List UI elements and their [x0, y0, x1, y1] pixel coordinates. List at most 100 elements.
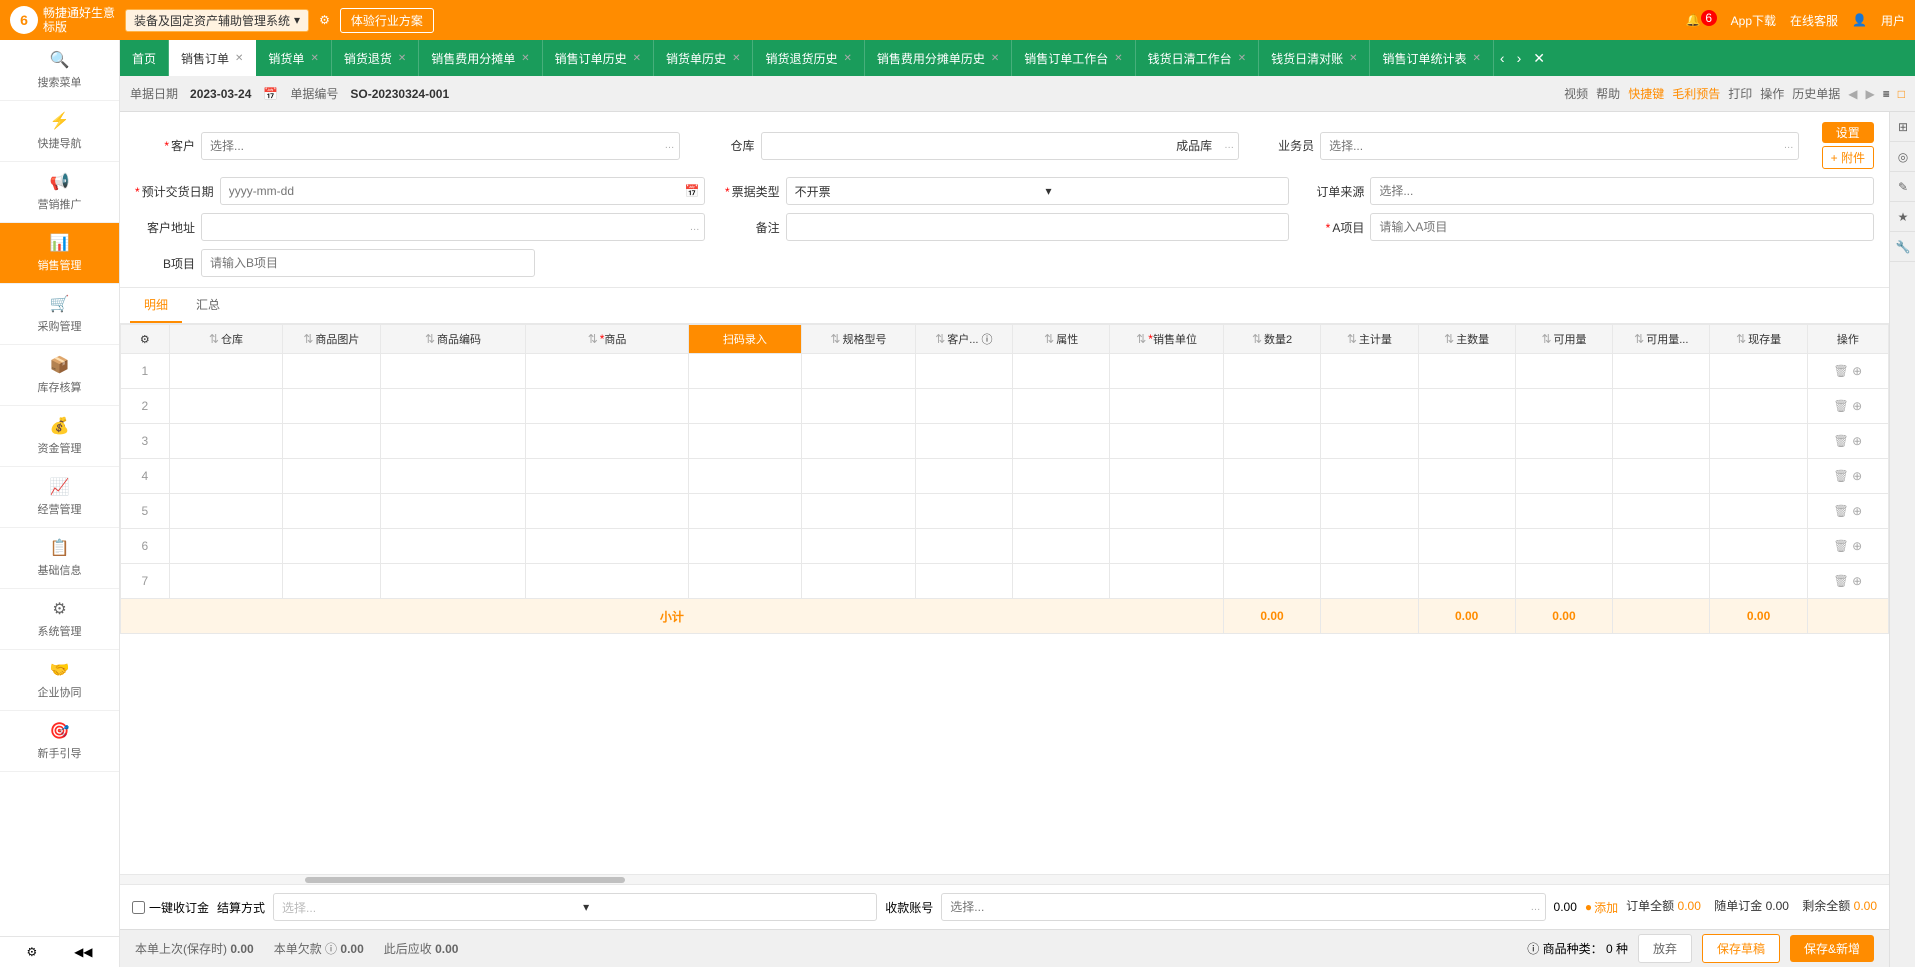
row-cell[interactable] — [1613, 494, 1710, 529]
tab-close-icon[interactable]: ✕ — [991, 53, 999, 64]
operation-btn[interactable]: 操作 — [1760, 85, 1784, 102]
order-source-input[interactable] — [1371, 181, 1873, 201]
app-download-link[interactable]: App下载 — [1731, 12, 1776, 29]
view-btn[interactable]: 视频 — [1564, 85, 1588, 102]
tab-close-icon[interactable]: ✕ — [1473, 53, 1481, 64]
row-cell[interactable] — [1613, 354, 1710, 389]
row-cell[interactable] — [1515, 459, 1612, 494]
row-cell[interactable] — [688, 459, 802, 494]
th-warehouse[interactable]: ⇅仓库 — [169, 325, 283, 354]
tab-home[interactable]: 首页 — [120, 40, 169, 76]
receipt-account-input[interactable] — [942, 897, 1526, 917]
customer-input[interactable] — [202, 136, 661, 156]
sidebar-settings-icon[interactable]: ⚙ — [26, 945, 37, 959]
row-cell[interactable] — [1418, 529, 1515, 564]
tab-sales-return[interactable]: 销货退货 ✕ — [332, 40, 419, 76]
calendar2-icon[interactable]: 📅 — [681, 184, 704, 198]
profit-btn[interactable]: 毛利预告 — [1672, 85, 1720, 102]
th-sales-unit[interactable]: ⇅*销售单位 — [1110, 325, 1224, 354]
row-cell[interactable] — [915, 494, 1012, 529]
row-cell[interactable] — [380, 424, 526, 459]
row-cell[interactable] — [526, 389, 688, 424]
settings-button[interactable]: 设置 — [1822, 122, 1874, 143]
copy-icon[interactable]: ⊕ — [1852, 504, 1862, 518]
th-qty2[interactable]: ⇅数量2 — [1223, 325, 1320, 354]
row-cell[interactable] — [526, 459, 688, 494]
tab-sales-expense-history[interactable]: 销售费用分摊单历史 ✕ — [865, 40, 1012, 76]
row-cell[interactable] — [1223, 564, 1320, 599]
copy-icon[interactable]: ⊕ — [1852, 574, 1862, 588]
sidebar-item-inventory[interactable]: 📦 库存核算 — [0, 345, 119, 406]
order-source-wrapper[interactable] — [1370, 177, 1874, 205]
maximize-icon[interactable]: □ — [1898, 87, 1905, 101]
save-new-button[interactable]: 保存&新增 — [1790, 935, 1874, 962]
row-cell[interactable] — [169, 459, 283, 494]
row-cell[interactable] — [169, 494, 283, 529]
th-main-qty[interactable]: ⇅主数量 — [1418, 325, 1515, 354]
row-cell[interactable] — [1710, 389, 1807, 424]
row-actions[interactable]: 🗑 ⊕ — [1807, 529, 1888, 564]
tab-close-icon[interactable]: ✕ — [521, 53, 529, 64]
row-cell[interactable] — [1223, 494, 1320, 529]
settings-icon[interactable]: ⚙ — [319, 13, 330, 27]
row-cell[interactable] — [1321, 354, 1418, 389]
row-cell[interactable] — [1013, 564, 1110, 599]
row-cell[interactable] — [380, 459, 526, 494]
row-cell[interactable] — [1013, 424, 1110, 459]
tab-sales-stats[interactable]: 销售订单统计表 ✕ — [1370, 40, 1493, 76]
tab-cash-goods-workbench[interactable]: 钱货日清工作台 ✕ — [1136, 40, 1259, 76]
tab-close-icon[interactable]: ✕ — [1114, 53, 1122, 64]
row-cell[interactable] — [688, 494, 802, 529]
row-cell[interactable] — [1418, 494, 1515, 529]
row-cell[interactable] — [688, 354, 802, 389]
row-cell[interactable] — [380, 564, 526, 599]
row-cell[interactable] — [1613, 529, 1710, 564]
delete-icon[interactable]: 🗑 — [1834, 434, 1849, 448]
row-cell[interactable] — [1613, 564, 1710, 599]
row-cell[interactable] — [1710, 564, 1807, 599]
rp-btn-3[interactable]: ✎ — [1890, 172, 1915, 202]
tab-close-icon[interactable]: ✕ — [843, 53, 851, 64]
notes-input[interactable] — [787, 217, 1289, 237]
delivery-date-input[interactable] — [221, 181, 681, 201]
row-cell[interactable] — [1613, 459, 1710, 494]
row-cell[interactable] — [915, 459, 1012, 494]
row-cell[interactable] — [688, 424, 802, 459]
row-cell[interactable] — [688, 564, 802, 599]
row-cell[interactable] — [802, 424, 916, 459]
tab-sales-workbench[interactable]: 销售订单工作台 ✕ — [1012, 40, 1135, 76]
delete-icon[interactable]: 🗑 — [1834, 469, 1849, 483]
row-cell[interactable] — [688, 529, 802, 564]
copy-icon[interactable]: ⊕ — [1852, 364, 1862, 378]
help-btn[interactable]: 帮助 — [1596, 85, 1620, 102]
copy-icon[interactable]: ⊕ — [1852, 539, 1862, 553]
tab-sales-bill-history[interactable]: 销货单历史 ✕ — [654, 40, 753, 76]
tab-close-icon[interactable]: ✕ — [1349, 53, 1357, 64]
row-cell[interactable] — [1418, 389, 1515, 424]
th-attribute[interactable]: ⇅属性 — [1013, 325, 1110, 354]
row-cell[interactable] — [915, 529, 1012, 564]
grid-icon[interactable]: ≡ — [1883, 87, 1890, 101]
row-cell[interactable] — [380, 529, 526, 564]
row-cell[interactable] — [1321, 424, 1418, 459]
row-cell[interactable] — [1710, 424, 1807, 459]
tab-close-icon[interactable]: ✕ — [310, 53, 318, 64]
row-cell[interactable] — [1418, 354, 1515, 389]
sidebar-item-search[interactable]: 🔍 搜索菜单 — [0, 40, 119, 101]
history-btn[interactable]: 历史单据 — [1792, 85, 1840, 102]
row-cell[interactable] — [1223, 424, 1320, 459]
row-cell[interactable] — [283, 389, 380, 424]
row-cell[interactable] — [169, 389, 283, 424]
th-product[interactable]: ⇅*商品 — [526, 325, 688, 354]
nav-prev-icon[interactable]: ◀ — [1848, 87, 1857, 101]
rp-btn-4[interactable]: ★ — [1890, 202, 1915, 232]
b-project-wrapper[interactable] — [201, 249, 535, 277]
tab-close-icon[interactable]: ✕ — [732, 53, 740, 64]
row-cell[interactable] — [915, 354, 1012, 389]
row-cell[interactable] — [1321, 529, 1418, 564]
row-cell[interactable] — [1013, 389, 1110, 424]
rp-btn-5[interactable]: 🔧 — [1890, 232, 1915, 262]
row-cell[interactable] — [169, 354, 283, 389]
row-cell[interactable] — [802, 564, 916, 599]
row-cell[interactable] — [1013, 354, 1110, 389]
